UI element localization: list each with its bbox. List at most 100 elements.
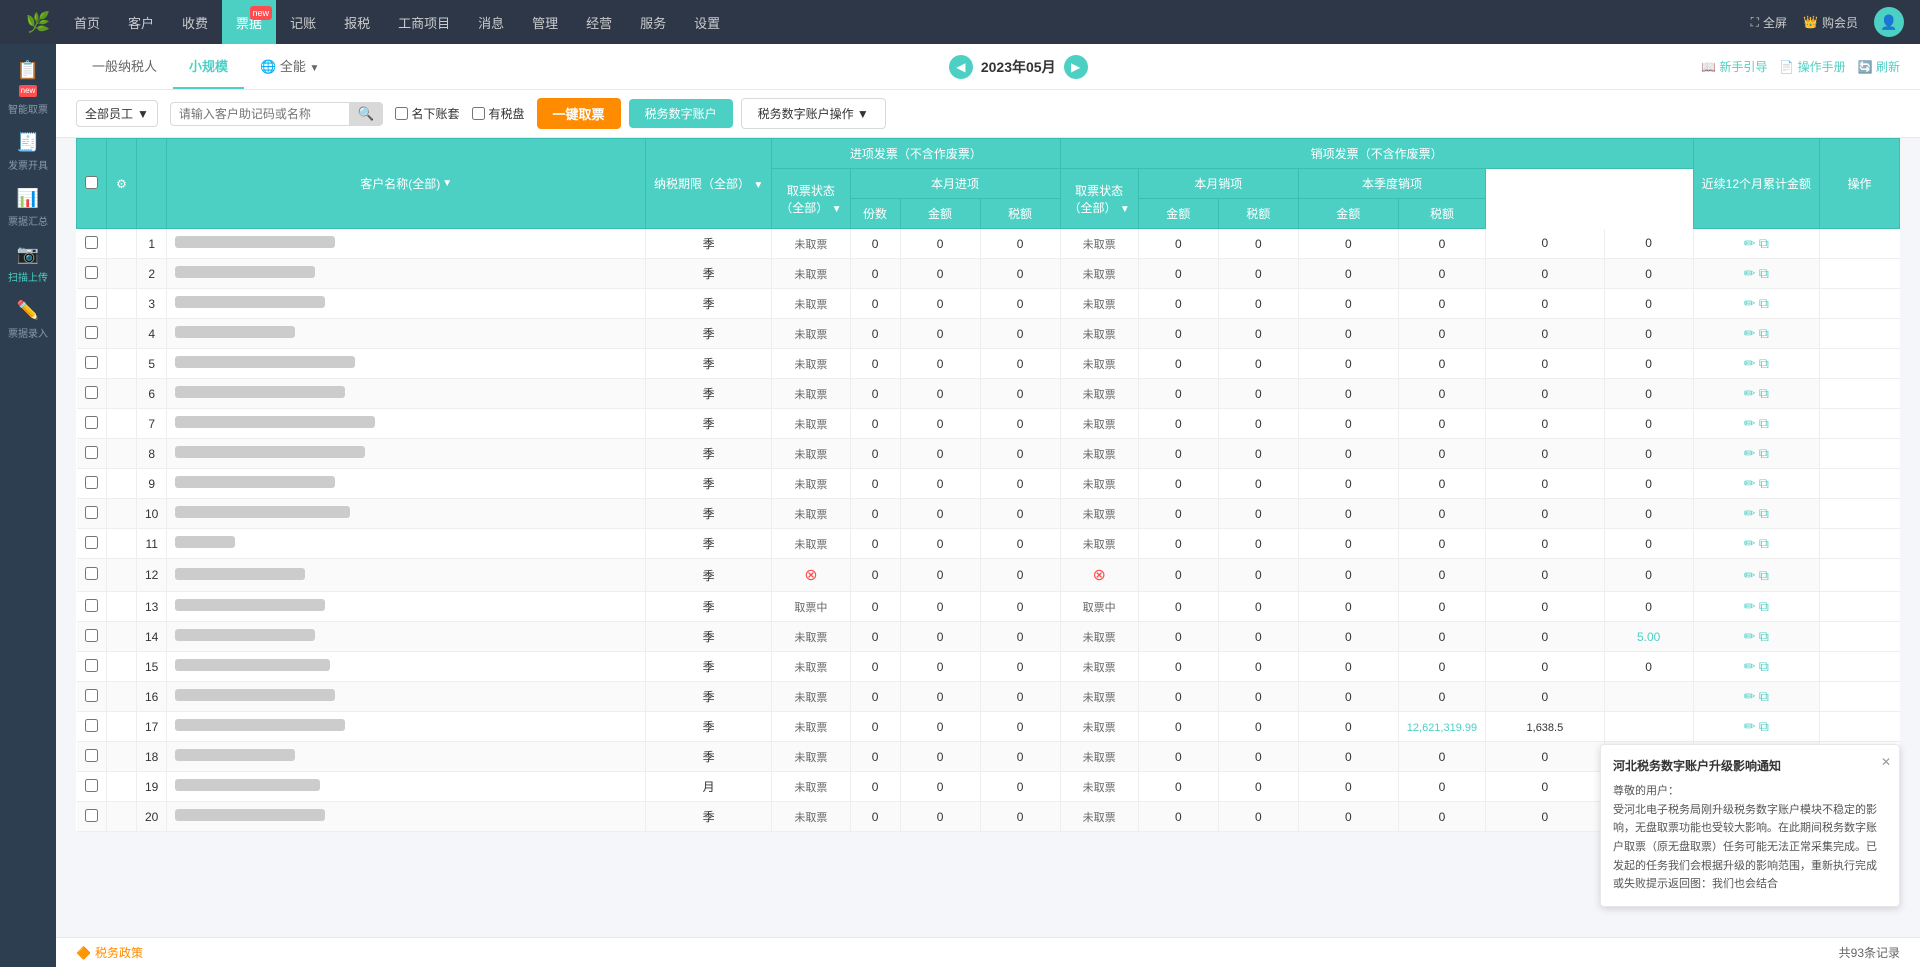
vip-btn[interactable]: 👑 购会员	[1803, 14, 1858, 31]
sidebar-item-entry[interactable]: ✏️ 票据录入	[0, 292, 56, 348]
nav-business[interactable]: 工商项目	[384, 0, 464, 44]
tab-small-scale[interactable]: 小规模	[173, 44, 244, 89]
copy-btn[interactable]: ⧉	[1759, 415, 1769, 431]
notification-close-btn[interactable]: ✕	[1881, 753, 1891, 772]
tab-all[interactable]: 🌐 全能 ▼	[244, 44, 335, 89]
next-month-btn[interactable]: ▶	[1064, 55, 1088, 79]
one-key-ticket-btn[interactable]: 一键取票	[537, 98, 621, 129]
row-checkbox[interactable]	[85, 266, 98, 279]
select-all-checkbox[interactable]	[85, 176, 98, 189]
sidebar-item-scan[interactable]: 📷 扫描上传	[0, 236, 56, 292]
row-checkbox[interactable]	[85, 386, 98, 399]
new-guide-link[interactable]: 📖 新手引导	[1701, 58, 1767, 75]
refresh-link[interactable]: 🔄 刷新	[1858, 58, 1900, 75]
copy-btn[interactable]: ⧉	[1759, 535, 1769, 551]
subledger-checkbox-label[interactable]: 名下账套	[395, 105, 460, 122]
copy-btn[interactable]: ⧉	[1759, 628, 1769, 644]
edit-btn[interactable]: ✏	[1744, 718, 1756, 734]
row-checkbox[interactable]	[85, 659, 98, 672]
row-checkbox[interactable]	[85, 567, 98, 580]
edit-btn[interactable]: ✏	[1744, 688, 1756, 704]
taxdisk-checkbox-label[interactable]: 有税盘	[472, 105, 525, 122]
row-checkbox[interactable]	[85, 536, 98, 549]
edit-btn[interactable]: ✏	[1744, 355, 1756, 371]
edit-btn[interactable]: ✏	[1744, 235, 1756, 251]
copy-btn[interactable]: ⧉	[1759, 295, 1769, 311]
table-row: 15 季 未取票 0 0 0 未取票 0 0 0 0 0 0 ✏ ⧉	[77, 652, 1900, 682]
sidebar-item-summary[interactable]: 📊 票据汇总	[0, 180, 56, 236]
nav-tax[interactable]: 报税	[330, 0, 384, 44]
edit-btn[interactable]: ✏	[1744, 445, 1756, 461]
nav-customers[interactable]: 客户	[114, 0, 168, 44]
quarter-amount-zero: 0	[1439, 507, 1446, 521]
copy-btn[interactable]: ⧉	[1759, 598, 1769, 614]
row-checkbox[interactable]	[85, 476, 98, 489]
edit-btn[interactable]: ✏	[1744, 265, 1756, 281]
copy-btn[interactable]: ⧉	[1759, 355, 1769, 371]
customer-name-sort[interactable]: 客户名称(全部) ▼	[360, 175, 452, 192]
nav-operations[interactable]: 经营	[572, 0, 626, 44]
sidebar-item-invoice-open[interactable]: 🧾 发票开具	[0, 124, 56, 180]
copy-btn[interactable]: ⧉	[1759, 235, 1769, 251]
edit-btn[interactable]: ✏	[1744, 325, 1756, 341]
row-checkbox[interactable]	[85, 809, 98, 822]
manual-link[interactable]: 📄 操作手册	[1779, 58, 1845, 75]
copy-btn[interactable]: ⧉	[1759, 718, 1769, 734]
fullscreen-btn[interactable]: ⛶ 全屏	[1751, 14, 1787, 31]
search-button[interactable]: 🔍	[350, 102, 383, 126]
search-input[interactable]	[170, 102, 350, 126]
copy-btn[interactable]: ⧉	[1759, 445, 1769, 461]
edit-btn[interactable]: ✏	[1744, 628, 1756, 644]
row-checkbox[interactable]	[85, 689, 98, 702]
edit-btn[interactable]: ✏	[1744, 415, 1756, 431]
tax-digital-account-op-btn[interactable]: 税务数字账户操作 ▼	[741, 98, 886, 129]
nav-services[interactable]: 服务	[626, 0, 680, 44]
taxdisk-checkbox[interactable]	[472, 107, 485, 120]
row-checkbox[interactable]	[85, 446, 98, 459]
row-checkbox[interactable]	[85, 629, 98, 642]
status-out-tag: 未取票	[1083, 539, 1116, 551]
edit-btn[interactable]: ✏	[1744, 475, 1756, 491]
tab-general-taxpayer[interactable]: 一般纳税人	[76, 44, 173, 89]
copy-btn[interactable]: ⧉	[1759, 567, 1769, 583]
user-avatar[interactable]: 👤	[1874, 7, 1904, 37]
copy-btn[interactable]: ⧉	[1759, 688, 1769, 704]
row-checkbox[interactable]	[85, 719, 98, 732]
edit-btn[interactable]: ✏	[1744, 658, 1756, 674]
employee-select[interactable]: 全部员工 ▼	[76, 100, 158, 127]
copy-btn[interactable]: ⧉	[1759, 475, 1769, 491]
copy-btn[interactable]: ⧉	[1759, 265, 1769, 281]
copy-btn[interactable]: ⧉	[1759, 385, 1769, 401]
nav-invoices[interactable]: 票据 new	[222, 0, 276, 44]
nav-billing[interactable]: 收费	[168, 0, 222, 44]
edit-btn[interactable]: ✏	[1744, 505, 1756, 521]
nav-accounting[interactable]: 记账	[276, 0, 330, 44]
tax-policy-link[interactable]: 🔶 税务政策	[76, 944, 143, 961]
edit-btn[interactable]: ✏	[1744, 598, 1756, 614]
row-checkbox[interactable]	[85, 599, 98, 612]
row-checkbox[interactable]	[85, 296, 98, 309]
subledger-checkbox[interactable]	[395, 107, 408, 120]
row-quarter-amount-cell: 0	[1398, 622, 1485, 652]
row-checkbox[interactable]	[85, 356, 98, 369]
row-checkbox[interactable]	[85, 506, 98, 519]
edit-btn[interactable]: ✏	[1744, 385, 1756, 401]
nav-management[interactable]: 管理	[518, 0, 572, 44]
row-checkbox[interactable]	[85, 779, 98, 792]
copy-btn[interactable]: ⧉	[1759, 505, 1769, 521]
copy-btn[interactable]: ⧉	[1759, 658, 1769, 674]
sidebar-item-smart-ticket[interactable]: 📋 new 智能取票	[0, 52, 56, 124]
nav-home[interactable]: 首页	[60, 0, 114, 44]
row-checkbox[interactable]	[85, 416, 98, 429]
row-checkbox[interactable]	[85, 236, 98, 249]
edit-btn[interactable]: ✏	[1744, 295, 1756, 311]
row-checkbox[interactable]	[85, 326, 98, 339]
nav-messages[interactable]: 消息	[464, 0, 518, 44]
copy-btn[interactable]: ⧉	[1759, 325, 1769, 341]
prev-month-btn[interactable]: ◀	[949, 55, 973, 79]
edit-btn[interactable]: ✏	[1744, 535, 1756, 551]
edit-btn[interactable]: ✏	[1744, 567, 1756, 583]
tax-digital-account-btn[interactable]: 税务数字账户	[629, 99, 733, 128]
nav-settings[interactable]: 设置	[680, 0, 734, 44]
row-checkbox[interactable]	[85, 749, 98, 762]
